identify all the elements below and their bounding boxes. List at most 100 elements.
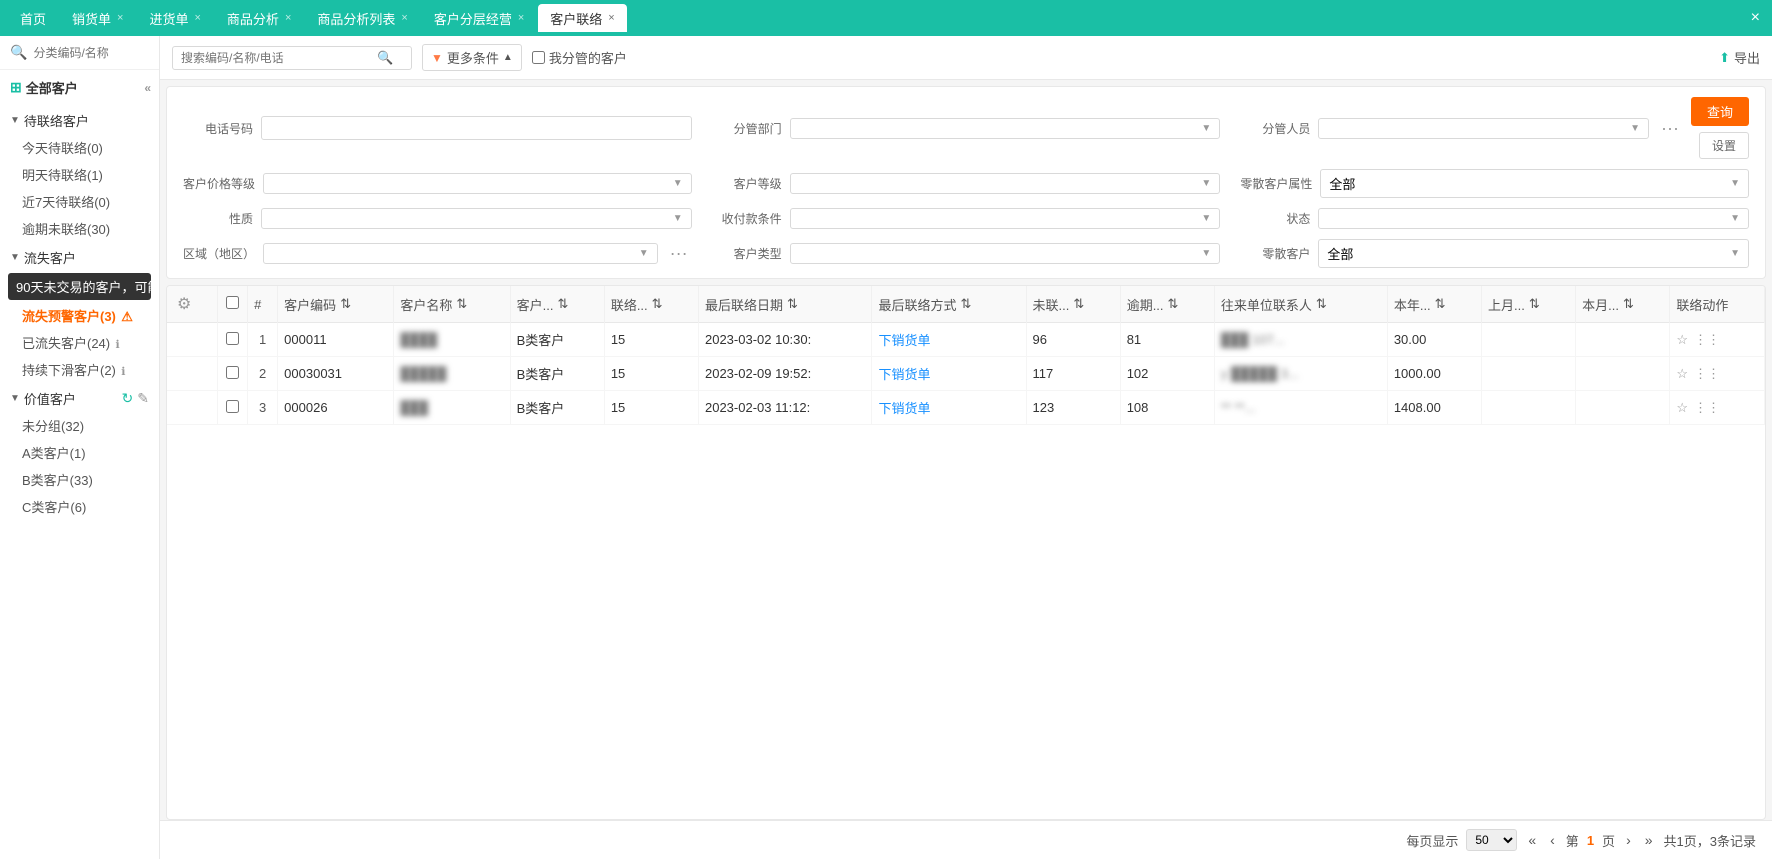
- query-button[interactable]: 查询: [1691, 97, 1749, 126]
- tab-analysis-list[interactable]: 商品分析列表 ×: [305, 4, 419, 32]
- tab-purchase-close[interactable]: ×: [194, 12, 200, 24]
- filter-price-level-select[interactable]: ▼: [263, 173, 692, 194]
- col-last-contact-date[interactable]: 最后联络日期 ⇅: [698, 286, 871, 323]
- sidebar-section-value[interactable]: ▼ 价值客户 ↻ ✎: [0, 383, 159, 412]
- tab-home[interactable]: 首页: [8, 4, 58, 32]
- col-uncontacted[interactable]: 未联... ⇅: [1026, 286, 1120, 323]
- filter-type-select[interactable]: ▼: [790, 243, 1221, 264]
- filter-person-select[interactable]: ▼: [1318, 118, 1649, 139]
- col-code[interactable]: 客户编码 ⇅: [278, 286, 394, 323]
- row-checkbox[interactable]: [226, 400, 239, 413]
- search-button-icon[interactable]: 🔍: [377, 50, 393, 66]
- sidebar-item-class-b[interactable]: B类客户(33): [0, 466, 159, 493]
- sidebar-item-unsorted[interactable]: 未分组(32): [0, 412, 159, 439]
- row-last-contact-method[interactable]: 下销货单: [872, 391, 1026, 425]
- filter-retail-attr-label: 零散客户属性: [1240, 175, 1312, 192]
- col-unit-contact-label: 往来单位联系人: [1221, 295, 1312, 314]
- tab-customer-segment-close[interactable]: ×: [518, 12, 524, 24]
- row-last-contact-method[interactable]: 下销货单: [872, 323, 1026, 357]
- col-last-contact-method[interactable]: 最后联络方式 ⇅: [872, 286, 1026, 323]
- row-checkbox[interactable]: [226, 366, 239, 379]
- filter-retail-select[interactable]: 全部 ▼: [1318, 239, 1749, 268]
- tab-sales[interactable]: 销货单 ×: [60, 4, 135, 32]
- last-contact-method-link[interactable]: 下销货单: [878, 333, 930, 348]
- sidebar-search-wrap: 🔍: [0, 36, 159, 70]
- col-name[interactable]: 客户名称 ⇅: [394, 286, 510, 323]
- settings-gear-icon[interactable]: ⚙: [173, 292, 195, 317]
- filter-retail-attr-select[interactable]: 全部 ▼: [1320, 169, 1749, 198]
- sidebar-item-class-a[interactable]: A类客户(1): [0, 439, 159, 466]
- row-checkbox[interactable]: [226, 332, 239, 345]
- select-all-checkbox[interactable]: [226, 296, 239, 309]
- sidebar-all-customers[interactable]: ⊞ 全部客户 «: [0, 70, 159, 105]
- filter-region-select[interactable]: ▼: [263, 243, 658, 264]
- row-uncontacted: 123: [1026, 391, 1120, 425]
- last-contact-method-link[interactable]: 下销货单: [878, 401, 930, 416]
- sidebar-item-today[interactable]: 今天待联络(0): [0, 134, 159, 161]
- tab-customer-contact-close[interactable]: ×: [608, 12, 614, 24]
- collapse-icon[interactable]: «: [144, 81, 151, 95]
- action-star-icon[interactable]: ☆: [1676, 332, 1688, 348]
- sidebar-item-tomorrow[interactable]: 明天待联络(1): [0, 161, 159, 188]
- tab-analysis[interactable]: 商品分析 ×: [215, 4, 303, 32]
- action-star-icon[interactable]: ☆: [1676, 366, 1688, 382]
- col-settings[interactable]: ⚙: [167, 286, 218, 323]
- sidebar-search-input[interactable]: [33, 46, 160, 60]
- sidebar-item-overdue[interactable]: 逾期未联络(30): [0, 215, 159, 242]
- col-this-year[interactable]: 本年... ⇅: [1387, 286, 1481, 323]
- refresh-icon[interactable]: ↻: [122, 390, 134, 407]
- filter-phone-input[interactable]: [261, 116, 692, 140]
- sidebar-section-pending[interactable]: ▼ 待联络客户: [0, 105, 159, 134]
- person-more-btn[interactable]: ···: [1657, 118, 1683, 139]
- col-this-month[interactable]: 本月... ⇅: [1576, 286, 1670, 323]
- edit-icon[interactable]: ✎: [137, 390, 149, 407]
- filter-nature-select[interactable]: ▼: [261, 208, 692, 229]
- tab-analysis-list-close[interactable]: ×: [401, 12, 407, 24]
- tab-purchase[interactable]: 进货单 ×: [137, 4, 212, 32]
- col-overdue[interactable]: 逾期... ⇅: [1120, 286, 1214, 323]
- page-size-select[interactable]: 50 100: [1466, 829, 1517, 851]
- sidebar-item-decreasing[interactable]: 持续下滑客户(2) ℹ: [0, 356, 159, 383]
- action-menu-icon[interactable]: ⋮⋮: [1694, 400, 1720, 416]
- first-page-button[interactable]: «: [1525, 832, 1539, 848]
- col-last-contact-method-label: 最后联络方式: [878, 295, 956, 314]
- tab-customer-segment[interactable]: 客户分层经营 ×: [422, 4, 536, 32]
- action-menu-icon[interactable]: ⋮⋮: [1694, 366, 1720, 382]
- filter-payment-label: 收付款条件: [712, 210, 782, 227]
- action-star-icon[interactable]: ☆: [1676, 400, 1688, 416]
- region-more-btn[interactable]: ···: [666, 243, 692, 264]
- col-unit-contact[interactable]: 往来单位联系人 ⇅: [1214, 286, 1387, 323]
- tab-customer-contact[interactable]: 客户联络 ×: [538, 4, 626, 32]
- sidebar-item-class-c[interactable]: C类客户(6): [0, 493, 159, 520]
- col-last-month[interactable]: 上月... ⇅: [1482, 286, 1576, 323]
- filter-dept-select[interactable]: ▼: [790, 118, 1221, 139]
- filter-status-select[interactable]: ▼: [1318, 208, 1749, 229]
- export-label: 导出: [1734, 48, 1760, 67]
- sidebar-item-lost-predicted[interactable]: 流失预警客户(3) ⚠: [0, 302, 159, 329]
- search-input[interactable]: [181, 51, 371, 65]
- row-last-contact-method[interactable]: 下销货单: [872, 357, 1026, 391]
- table-header-row: ⚙ # 客户编码 ⇅: [167, 286, 1765, 323]
- filter-level-select[interactable]: ▼: [790, 173, 1221, 194]
- settings-button[interactable]: 设置: [1699, 132, 1749, 159]
- sidebar-item-week[interactable]: 近7天待联络(0): [0, 188, 159, 215]
- pending-label: 待联络客户: [24, 111, 89, 130]
- search-input-wrap: 🔍: [172, 46, 412, 70]
- close-window-button[interactable]: ×: [1751, 9, 1760, 27]
- sidebar-item-already-lost[interactable]: 已流失客户(24) ℹ: [0, 329, 159, 356]
- prev-page-button[interactable]: ‹: [1547, 832, 1558, 848]
- col-contact[interactable]: 联络... ⇅: [604, 286, 698, 323]
- last-page-button[interactable]: »: [1642, 832, 1656, 848]
- my-customers-checkbox[interactable]: [532, 51, 545, 64]
- export-button[interactable]: ⬆ 导出: [1719, 48, 1760, 67]
- col-customer-type[interactable]: 客户... ⇅: [510, 286, 604, 323]
- next-page-button[interactable]: ›: [1623, 832, 1634, 848]
- filter-payment-select[interactable]: ▼: [790, 208, 1221, 229]
- action-menu-icon[interactable]: ⋮⋮: [1694, 332, 1720, 348]
- filter-icon: ▼: [431, 51, 443, 65]
- sidebar-section-lost[interactable]: ▼ 流失客户: [0, 242, 159, 271]
- tab-analysis-close[interactable]: ×: [285, 12, 291, 24]
- last-contact-method-link[interactable]: 下销货单: [878, 367, 930, 382]
- tab-sales-close[interactable]: ×: [117, 12, 123, 24]
- more-filter-button[interactable]: ▼ 更多条件 ▲: [422, 44, 522, 71]
